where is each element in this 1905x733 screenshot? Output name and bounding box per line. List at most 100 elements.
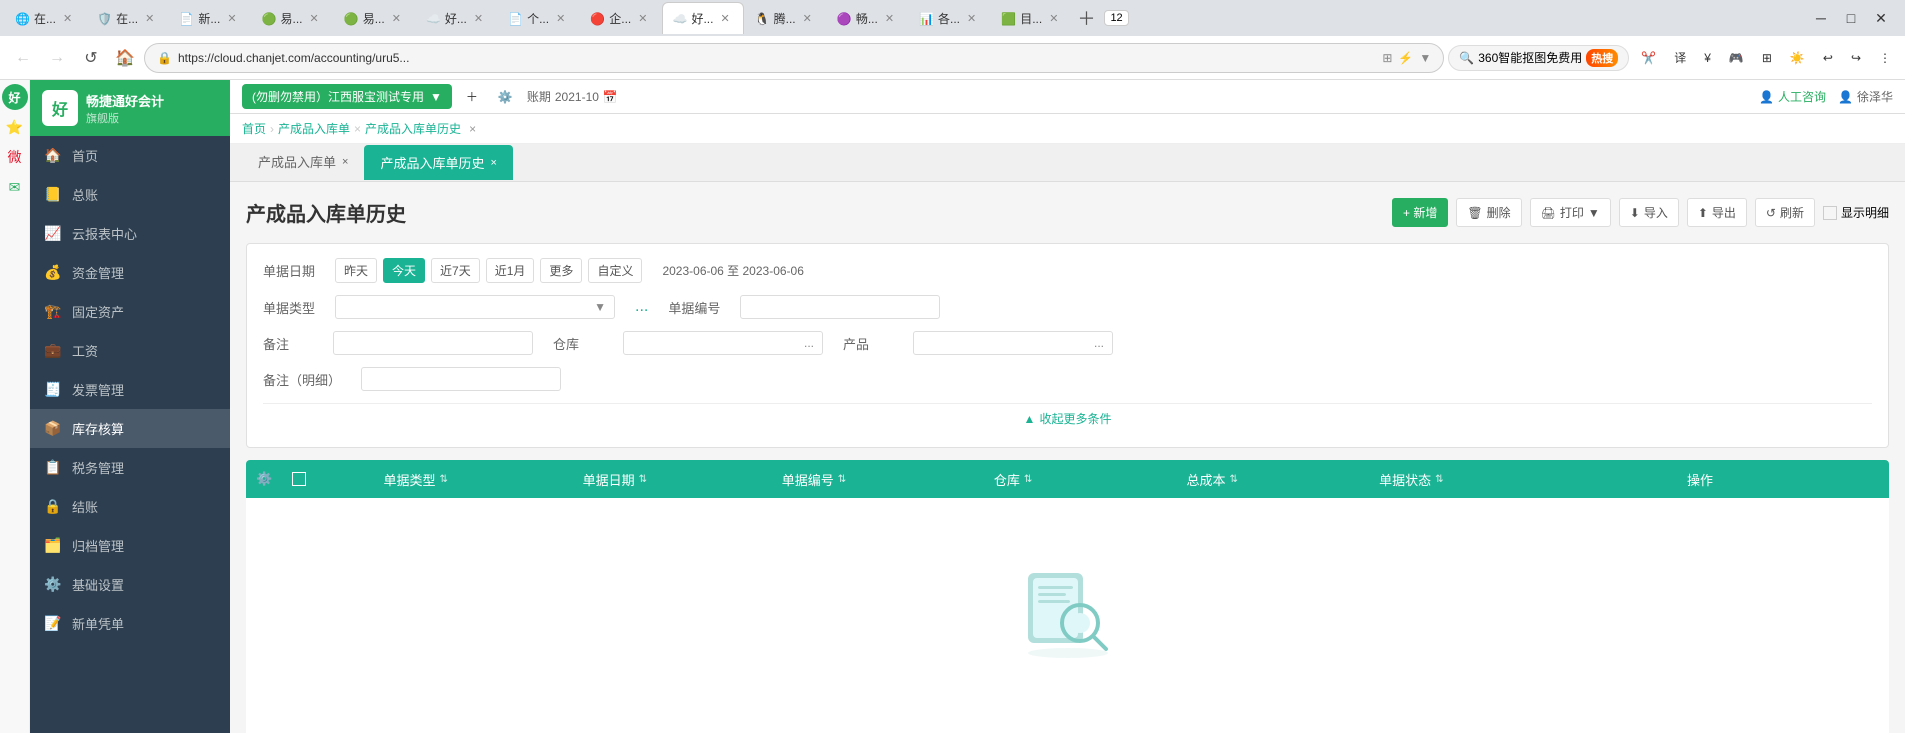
- tab-13-close[interactable]: ✕: [1046, 11, 1061, 26]
- date-btn-custom[interactable]: 自定义: [588, 258, 642, 283]
- tab-doc-history[interactable]: 产成品入库单历史 ×: [364, 145, 512, 180]
- add-button[interactable]: + 新增: [1392, 198, 1448, 227]
- sidebar-item-archive[interactable]: 🗂️ 归档管理: [30, 526, 230, 565]
- th-doc-type[interactable]: 单据类型 ⇅: [316, 470, 515, 489]
- date-btn-1month[interactable]: 近1月: [486, 258, 535, 283]
- grid-tool[interactable]: ⊞: [1756, 47, 1778, 69]
- app-icon-chanjet[interactable]: 好: [2, 84, 28, 110]
- date-btn-today[interactable]: 今天: [383, 258, 425, 283]
- sidebar-item-reports[interactable]: 📈 云报表中心: [30, 214, 230, 253]
- sidebar-item-newdoc[interactable]: 📝 新单凭单: [30, 604, 230, 643]
- tab-8[interactable]: 🔴 企... ✕: [579, 2, 661, 34]
- tab-3-close[interactable]: ✕: [224, 11, 239, 26]
- close-button[interactable]: ✕: [1869, 6, 1893, 30]
- header-checkbox[interactable]: [292, 472, 306, 486]
- more-button[interactable]: ⋮: [1873, 47, 1897, 69]
- tab-5[interactable]: 🟢 易... ✕: [333, 2, 415, 34]
- refresh-button[interactable]: ↺ 刷新: [1755, 198, 1815, 227]
- tab-6[interactable]: ☁️ 好... ✕: [415, 2, 497, 34]
- tab-doc-list-close[interactable]: ×: [342, 156, 348, 168]
- sidebar-item-payroll[interactable]: 💼 工资: [30, 331, 230, 370]
- forward2-button[interactable]: ↪: [1845, 47, 1867, 69]
- translate-tool[interactable]: 译: [1668, 45, 1692, 70]
- sidebar-item-home[interactable]: 🏠 首页: [30, 136, 230, 175]
- tab-6-close[interactable]: ✕: [471, 11, 486, 26]
- forward-button[interactable]: →: [42, 43, 72, 73]
- tab-1-close[interactable]: ✕: [60, 11, 75, 26]
- app-icon-weibo[interactable]: 微: [2, 144, 28, 170]
- tab-13[interactable]: 🟩 目... ✕: [990, 2, 1072, 34]
- tab-add-button[interactable]: ＋: [1072, 4, 1100, 32]
- sidebar-item-closing[interactable]: 🔒 结账: [30, 487, 230, 526]
- sidebar-item-settings[interactable]: ⚙️ 基础设置: [30, 565, 230, 604]
- address-bar[interactable]: 🔒 https://cloud.chanjet.com/accounting/u…: [144, 43, 1444, 73]
- th-warehouse[interactable]: 仓库 ⇅: [914, 470, 1113, 489]
- th-doc-no[interactable]: 单据编号 ⇅: [714, 470, 913, 489]
- date-btn-more[interactable]: 更多: [540, 258, 582, 283]
- add-company-button[interactable]: ＋: [460, 84, 484, 109]
- breadcrumb-close-icon[interactable]: ×: [469, 122, 476, 136]
- sidebar-item-inventory[interactable]: 📦 库存核算: [30, 409, 230, 448]
- app-icon-star[interactable]: ⭐: [2, 114, 28, 140]
- sidebar-item-fixed[interactable]: 🏗️ 固定资产: [30, 292, 230, 331]
- tab-7[interactable]: 📄 个... ✕: [497, 2, 579, 34]
- th-gear[interactable]: ⚙️: [246, 471, 282, 487]
- dropdown-icon[interactable]: ▼: [1419, 51, 1431, 65]
- doc-type-ellipsis[interactable]: ...: [635, 298, 648, 316]
- tab-2-close[interactable]: ✕: [142, 11, 157, 26]
- collapse-button[interactable]: ▲ 收起更多条件: [263, 403, 1872, 433]
- tab-8-close[interactable]: ✕: [635, 11, 650, 26]
- tab-doc-list[interactable]: 产成品入库单 ×: [242, 144, 364, 181]
- tab-9-close[interactable]: ✕: [717, 11, 732, 26]
- date-btn-7days[interactable]: 近7天: [431, 258, 480, 283]
- remark-input[interactable]: [333, 331, 533, 355]
- import-button[interactable]: ⬇ 导入: [1619, 198, 1679, 227]
- app-icon-email[interactable]: ✉: [2, 174, 28, 200]
- tab-7-close[interactable]: ✕: [553, 11, 568, 26]
- tab-12[interactable]: 📊 各... ✕: [908, 2, 990, 34]
- game-tool[interactable]: 🎮: [1723, 47, 1750, 69]
- th-total-cost[interactable]: 总成本 ⇅: [1113, 470, 1312, 489]
- tab-2[interactable]: 🛡️ 在... ✕: [86, 2, 168, 34]
- delete-button[interactable]: 🗑 删除: [1456, 198, 1521, 227]
- print-button[interactable]: 🖨 打印 ▼: [1530, 198, 1611, 227]
- back-button[interactable]: ←: [8, 43, 38, 73]
- display-cols-checkbox[interactable]: [1823, 206, 1837, 220]
- search-box[interactable]: 🔍 360智能抠图免费用 热搜: [1448, 45, 1629, 71]
- th-checkbox[interactable]: [282, 472, 316, 486]
- th-doc-status[interactable]: 单据状态 ⇅: [1312, 470, 1511, 489]
- theme-tool[interactable]: ☀️: [1784, 47, 1811, 69]
- sidebar-item-ledger[interactable]: 📒 总账: [30, 175, 230, 214]
- tab-5-close[interactable]: ✕: [389, 11, 404, 26]
- tab-10-close[interactable]: ✕: [800, 11, 815, 26]
- back2-button[interactable]: ↩: [1817, 47, 1839, 69]
- tab-11-close[interactable]: ✕: [882, 11, 897, 26]
- tab-1[interactable]: 🌐 在... ✕: [4, 2, 86, 34]
- sidebar-item-tax[interactable]: 📋 税务管理: [30, 448, 230, 487]
- breadcrumb-list[interactable]: 产成品入库单: [278, 120, 350, 137]
- currency-tool[interactable]: ¥: [1698, 47, 1717, 69]
- warehouse-select[interactable]: ...: [623, 331, 823, 355]
- date-btn-yesterday[interactable]: 昨天: [335, 258, 377, 283]
- detail-remark-input[interactable]: [361, 367, 561, 391]
- sidebar-item-funds[interactable]: 💰 资金管理: [30, 253, 230, 292]
- doc-no-input[interactable]: [740, 295, 940, 319]
- th-doc-date[interactable]: 单据日期 ⇅: [515, 470, 714, 489]
- tab-10[interactable]: 🐧 腾... ✕: [744, 2, 826, 34]
- calendar-icon[interactable]: 📅: [603, 90, 618, 104]
- sidebar-item-invoice[interactable]: 🧾 发票管理: [30, 370, 230, 409]
- company-badge[interactable]: (勿删勿禁用）江西服宝测试专用 ▼: [242, 84, 452, 109]
- product-select[interactable]: ...: [913, 331, 1113, 355]
- tab-4[interactable]: 🟢 易... ✕: [251, 2, 333, 34]
- maximize-button[interactable]: □: [1839, 6, 1863, 30]
- user-profile[interactable]: 👤 徐泽华: [1838, 88, 1893, 105]
- settings-button[interactable]: ⚙️: [492, 86, 519, 108]
- tab-4-close[interactable]: ✕: [307, 11, 322, 26]
- tab-3[interactable]: 📄 新... ✕: [168, 2, 250, 34]
- minimize-button[interactable]: ─: [1809, 6, 1833, 30]
- export-button[interactable]: ⬆ 导出: [1687, 198, 1747, 227]
- doc-type-select[interactable]: ▼: [335, 295, 615, 319]
- tab-12-close[interactable]: ✕: [964, 11, 979, 26]
- tab-doc-history-close[interactable]: ×: [490, 157, 496, 169]
- breadcrumb-home[interactable]: 首页: [242, 120, 266, 137]
